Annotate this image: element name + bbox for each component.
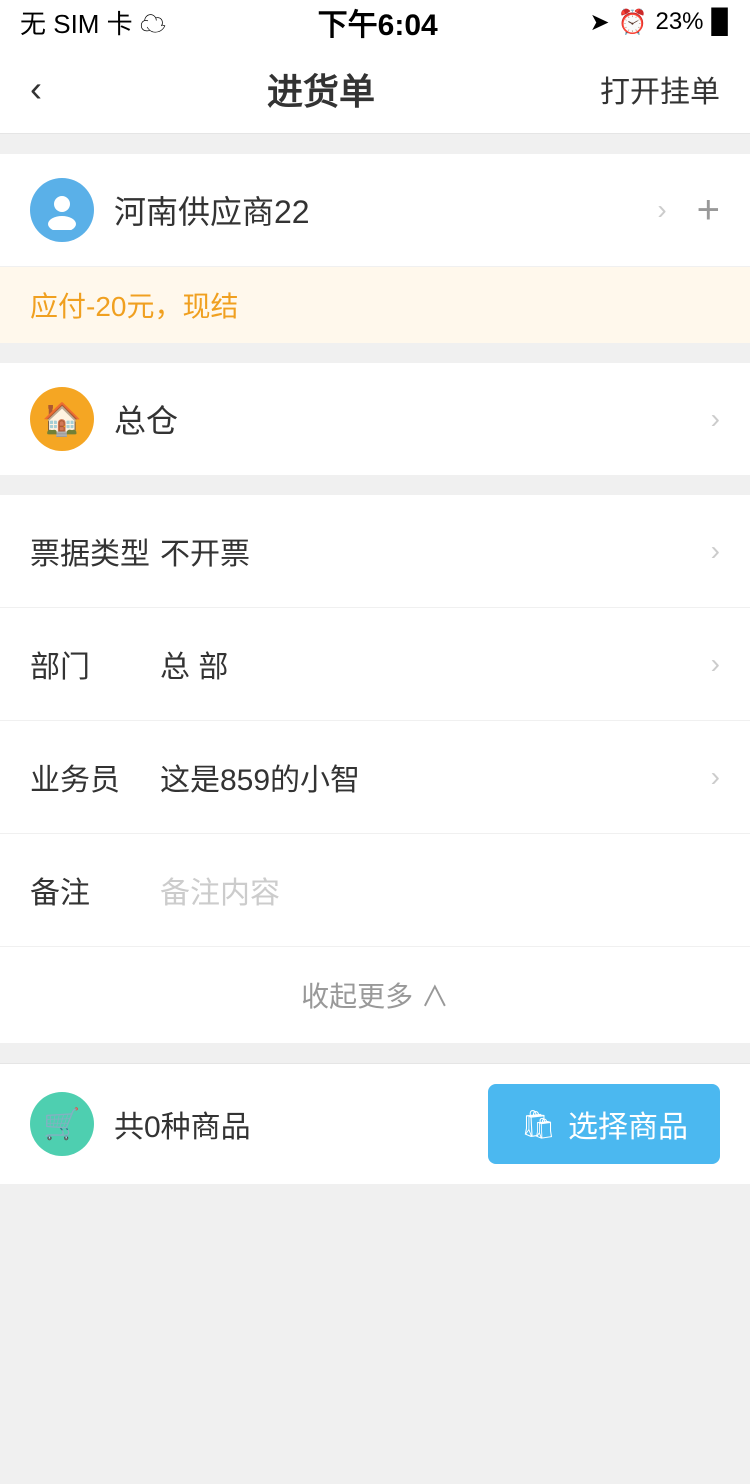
alarm-icon: ⏰ <box>618 8 648 37</box>
nav-bar: ‹ 进货单 打开挂单 <box>0 44 750 134</box>
battery-icon: ▉ <box>712 8 730 37</box>
select-icon: 🛍 <box>520 1108 556 1141</box>
salesperson-chevron-icon: › <box>711 761 720 793</box>
divider-4 <box>0 1043 750 1063</box>
divider-1 <box>0 134 750 154</box>
bottom-bar: 🛒 共0种商品 🛍 选择商品 <box>0 1063 750 1184</box>
status-time: 下午6:04 <box>318 0 438 44</box>
status-bar: 无 SIM 卡 ☁ 下午6:04 ➤ ⏰ 23% ▉ <box>0 0 750 44</box>
product-icon: 🛒 <box>30 1092 94 1156</box>
location-icon: ➤ <box>589 8 609 37</box>
home-icon: 🏠 <box>42 400 82 438</box>
supplier-notice: 应付-20元，现结 <box>0 267 750 343</box>
remark-label: 备注 <box>30 868 160 912</box>
collapse-row[interactable]: 收起更多 ∧ <box>0 946 750 1043</box>
department-row[interactable]: 部门 总 部 › <box>0 608 750 721</box>
collapse-label: 收起更多 ∧ <box>301 975 449 1015</box>
warehouse-row[interactable]: 🏠 总仓 › <box>0 363 750 475</box>
supplier-row[interactable]: 河南供应商22 › + <box>0 154 750 267</box>
salesperson-label: 业务员 <box>30 755 160 799</box>
page-title: 进货单 <box>267 63 375 115</box>
form-section: 票据类型 不开票 › 部门 总 部 › 业务员 这是859的小智 › 备注 备注… <box>0 495 750 946</box>
salesperson-value: 这是859的小智 <box>160 755 711 799</box>
warehouse-section: 🏠 总仓 › <box>0 363 750 475</box>
product-count: 共0种商品 <box>114 1102 488 1146</box>
department-chevron-icon: › <box>711 648 720 680</box>
person-icon <box>42 190 82 230</box>
warehouse-chevron-icon: › <box>711 403 720 435</box>
supplier-avatar <box>30 178 94 242</box>
divider-2 <box>0 343 750 363</box>
department-label: 部门 <box>30 642 160 686</box>
invoice-type-row[interactable]: 票据类型 不开票 › <box>0 495 750 608</box>
warehouse-icon: 🏠 <box>30 387 94 451</box>
supplier-chevron-icon: › <box>657 194 666 226</box>
supplier-name: 河南供应商22 <box>114 187 657 233</box>
supplier-section: 河南供应商22 › + 应付-20元，现结 <box>0 154 750 343</box>
status-left: 无 SIM 卡 ☁ <box>20 4 166 41</box>
invoice-type-label: 票据类型 <box>30 529 160 573</box>
cart-icon: 🛒 <box>43 1107 80 1142</box>
remark-placeholder: 备注内容 <box>160 868 720 912</box>
warehouse-name: 总仓 <box>114 396 711 442</box>
invoice-chevron-icon: › <box>711 535 720 567</box>
open-pending-button[interactable]: 打开挂单 <box>600 67 720 111</box>
sim-indicator: 无 SIM 卡 ☁ <box>20 4 166 41</box>
status-right: ➤ ⏰ 23% ▉ <box>589 8 730 37</box>
remark-row[interactable]: 备注 备注内容 <box>0 834 750 946</box>
gray-area <box>0 1184 750 1484</box>
select-product-button[interactable]: 🛍 选择商品 <box>488 1084 720 1164</box>
back-button[interactable]: ‹ <box>30 68 42 110</box>
salesperson-row[interactable]: 业务员 这是859的小智 › <box>0 721 750 834</box>
department-value: 总 部 <box>160 642 711 686</box>
battery-indicator: 23% <box>655 8 703 36</box>
divider-3 <box>0 475 750 495</box>
add-supplier-button[interactable]: + <box>697 188 720 233</box>
invoice-type-value: 不开票 <box>160 529 711 573</box>
select-btn-label: 选择商品 <box>568 1102 688 1146</box>
